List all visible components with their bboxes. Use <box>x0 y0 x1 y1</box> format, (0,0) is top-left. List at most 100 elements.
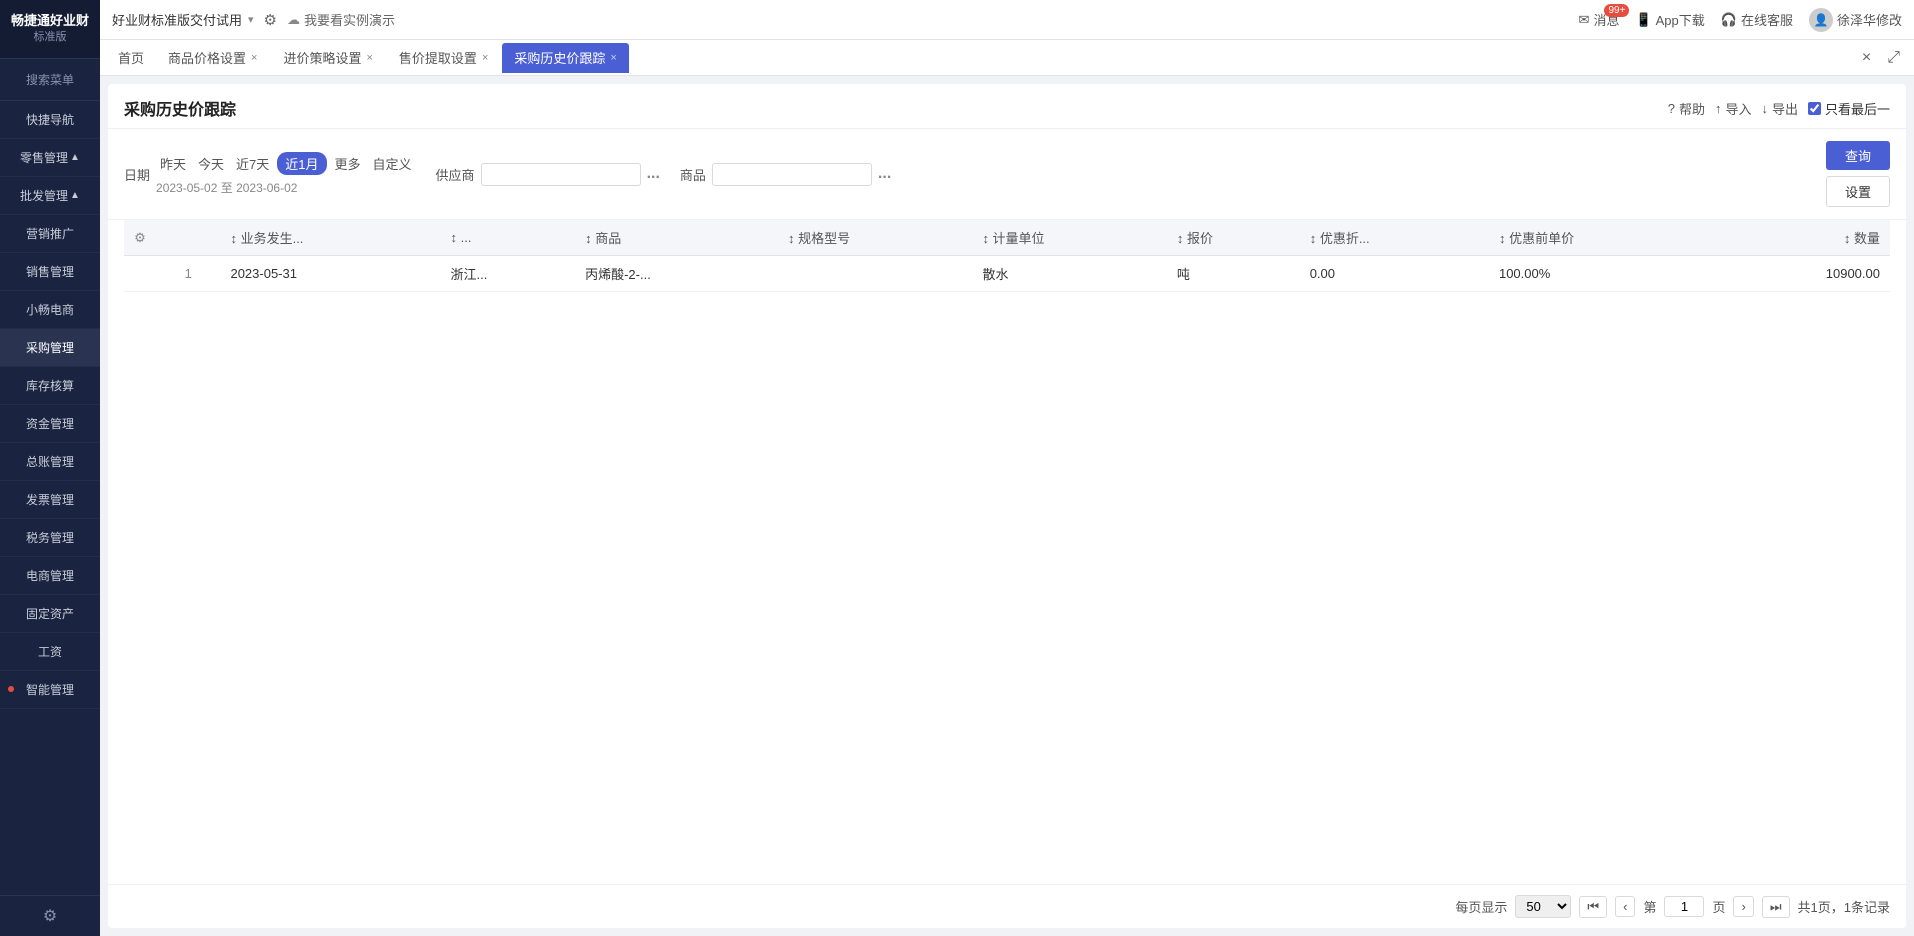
sidebar-item-purchase[interactable]: 采购管理 <box>0 329 100 367</box>
app-download-button[interactable]: 📱 App下载 <box>1635 10 1704 29</box>
only-last-checkbox-group: 只看最后一 <box>1808 99 1890 118</box>
tab-history-price-label: 采购历史价跟踪 <box>514 48 605 67</box>
topbar-right: ✉ 消息 99+ 📱 App下载 🎧 在线客服 👤 徐泽华修改 <box>1579 8 1902 32</box>
total-info: 共1页，1条记录 <box>1798 897 1890 916</box>
col-pre-discount-price[interactable]: ↕ 优惠前单价 <box>1489 220 1714 256</box>
search-menu-label[interactable]: 搜索菜单 <box>8 67 92 92</box>
sidebar-item-fixed-assets[interactable]: 固定资产 <box>0 595 100 633</box>
goods-input[interactable] <box>712 163 872 186</box>
content-area: 采购历史价跟踪 ? 帮助 ↑ 导入 ↓ 导出 只看最后一 <box>108 84 1906 928</box>
page-input[interactable] <box>1664 896 1704 917</box>
sidebar-item-smart[interactable]: 智能管理 <box>0 671 100 709</box>
next-page-button[interactable]: › <box>1733 896 1753 917</box>
service-label: 在线客服 <box>1741 10 1793 29</box>
import-label: 导入 <box>1725 99 1751 118</box>
row-quoted-price: 0.00 <box>1310 266 1335 281</box>
sidebar-settings-icon[interactable]: ⚙ <box>43 908 57 925</box>
logo-title: 畅捷通好业财 <box>8 12 92 30</box>
date-opt-1month[interactable]: 近1月 <box>277 152 326 175</box>
col-quantity-label: ↕ 数量 <box>1844 231 1880 246</box>
row-settings-cell <box>124 256 156 292</box>
sidebar-item-marketing[interactable]: 营销推广 <box>0 215 100 253</box>
filter-row: 日期 昨天 今天 近7天 近1月 更多 自定义 2023-05-02 至 202… <box>124 141 1890 207</box>
retail-arrow: ▲ <box>70 152 80 163</box>
sidebar-item-ecommerce-small[interactable]: 小畅电商 <box>0 291 100 329</box>
date-opt-today[interactable]: 今天 <box>194 152 228 175</box>
messages-button[interactable]: ✉ 消息 99+ <box>1579 10 1620 29</box>
online-service-button[interactable]: 🎧 在线客服 <box>1721 10 1793 29</box>
date-opt-more[interactable]: 更多 <box>331 152 365 175</box>
ecommerce-label: 电商管理 <box>26 567 74 584</box>
topbar-settings-icon[interactable]: ⚙ <box>264 11 277 29</box>
sidebar-item-sales[interactable]: 销售管理 <box>0 253 100 291</box>
sidebar-item-retail[interactable]: 零售管理 ▲ <box>0 139 100 177</box>
tab-home[interactable]: 首页 <box>108 43 154 73</box>
supplier-more-icon[interactable]: ... <box>647 165 660 183</box>
row-goods: 丙烯酸-2-... <box>585 267 651 282</box>
tab-history-price[interactable]: 采购历史价跟踪 × <box>502 43 628 73</box>
prev-page-button[interactable]: ‹ <box>1615 896 1635 917</box>
supplier-input[interactable] <box>481 163 641 186</box>
tab-purchase-strategy[interactable]: 进价策略设置 × <box>271 43 384 73</box>
tabbar-expand-icon[interactable]: ⤢ <box>1881 47 1906 69</box>
only-last-checkbox[interactable] <box>1808 102 1821 115</box>
help-button[interactable]: ? 帮助 <box>1668 99 1705 118</box>
date-opt-custom[interactable]: 自定义 <box>369 152 416 175</box>
col-price-label: ↕ 报价 <box>1177 231 1213 246</box>
date-range-display: 2023-05-02 至 2023-06-02 <box>156 179 416 196</box>
col-goods-label: ↕ 商品 <box>585 231 621 246</box>
headset-icon: 🎧 <box>1721 12 1737 28</box>
col-more[interactable]: ↕ ... <box>441 220 576 256</box>
sidebar-item-inventory[interactable]: 库存核算 <box>0 367 100 405</box>
col-discount[interactable]: ↕ 优惠折... <box>1300 220 1489 256</box>
filter-settings-button[interactable]: 设置 <box>1826 176 1890 207</box>
page-header: 采购历史价跟踪 ? 帮助 ↑ 导入 ↓ 导出 只看最后一 <box>108 84 1906 129</box>
date-options-group: 昨天 今天 近7天 近1月 更多 自定义 2023-05-02 至 2023-0… <box>156 152 416 196</box>
product-selector[interactable]: 好业财标准版交付试用 ▾ <box>112 10 254 29</box>
sidebar-item-tax[interactable]: 税务管理 <box>0 519 100 557</box>
tab-sale-price-close-icon[interactable]: × <box>482 52 488 64</box>
row-quoted-price-cell: 0.00 <box>1300 256 1489 292</box>
per-page-select[interactable]: 50 10 20 100 <box>1515 895 1571 918</box>
sidebar-item-accounting[interactable]: 总账管理 <box>0 443 100 481</box>
sidebar-item-invoice[interactable]: 发票管理 <box>0 481 100 519</box>
tab-price[interactable]: 商品价格设置 × <box>156 43 269 73</box>
sidebar-item-finance[interactable]: 资金管理 <box>0 405 100 443</box>
tabbar-close-button[interactable]: × <box>1856 47 1877 69</box>
sidebar-item-ecommerce[interactable]: 电商管理 <box>0 557 100 595</box>
demo-button[interactable]: ☁ 我要看实例演示 <box>287 10 395 29</box>
tab-price-close-icon[interactable]: × <box>251 52 257 64</box>
tab-price-label: 商品价格设置 <box>168 48 246 67</box>
col-biz-date[interactable]: ↕ 业务发生... <box>220 220 440 256</box>
col-quantity[interactable]: ↕ 数量 <box>1714 220 1890 256</box>
goods-more-icon[interactable]: ... <box>878 165 891 183</box>
goods-filter-group: 商品 ... <box>680 163 891 186</box>
sidebar-item-quick-nav[interactable]: 快捷导航 <box>0 101 100 139</box>
tab-sale-price[interactable]: 售价提取设置 × <box>387 43 500 73</box>
col-price[interactable]: ↕ 报价 <box>1167 220 1300 256</box>
page-actions: ? 帮助 ↑ 导入 ↓ 导出 只看最后一 <box>1668 99 1890 118</box>
date-opt-7days[interactable]: 近7天 <box>232 152 273 175</box>
query-button[interactable]: 查询 <box>1826 141 1890 170</box>
page-suffix-label: 页 <box>1712 897 1725 916</box>
sidebar-item-wholesale[interactable]: 批发管理 ▲ <box>0 177 100 215</box>
user-menu[interactable]: 👤 徐泽华修改 <box>1809 8 1902 32</box>
sidebar-item-payroll[interactable]: 工资 <box>0 633 100 671</box>
tab-history-price-close-icon[interactable]: × <box>610 52 616 64</box>
import-button[interactable]: ↑ 导入 <box>1715 99 1752 118</box>
last-page-button[interactable]: ⏭ <box>1762 896 1790 918</box>
col-spec[interactable]: ↕ 规格型号 <box>778 220 972 256</box>
date-opt-yesterday[interactable]: 昨天 <box>156 152 190 175</box>
first-page-button[interactable]: ⏮ <box>1579 896 1607 918</box>
export-button[interactable]: ↓ 导出 <box>1761 99 1798 118</box>
column-settings-icon[interactable]: ⚙ <box>134 230 146 245</box>
tab-sale-price-label: 售价提取设置 <box>399 48 477 67</box>
col-goods[interactable]: ↕ 商品 <box>575 220 778 256</box>
col-spec-label: ↕ 规格型号 <box>788 231 850 246</box>
demo-label: 我要看实例演示 <box>304 10 395 29</box>
phone-icon: 📱 <box>1635 12 1651 28</box>
tab-purchase-strategy-close-icon[interactable]: × <box>366 52 372 64</box>
col-unit[interactable]: ↕ 计量单位 <box>972 220 1166 256</box>
sidebar-logo: 畅捷通好业财 标准版 <box>0 0 100 59</box>
row-discount-cell: 100.00% <box>1489 256 1714 292</box>
